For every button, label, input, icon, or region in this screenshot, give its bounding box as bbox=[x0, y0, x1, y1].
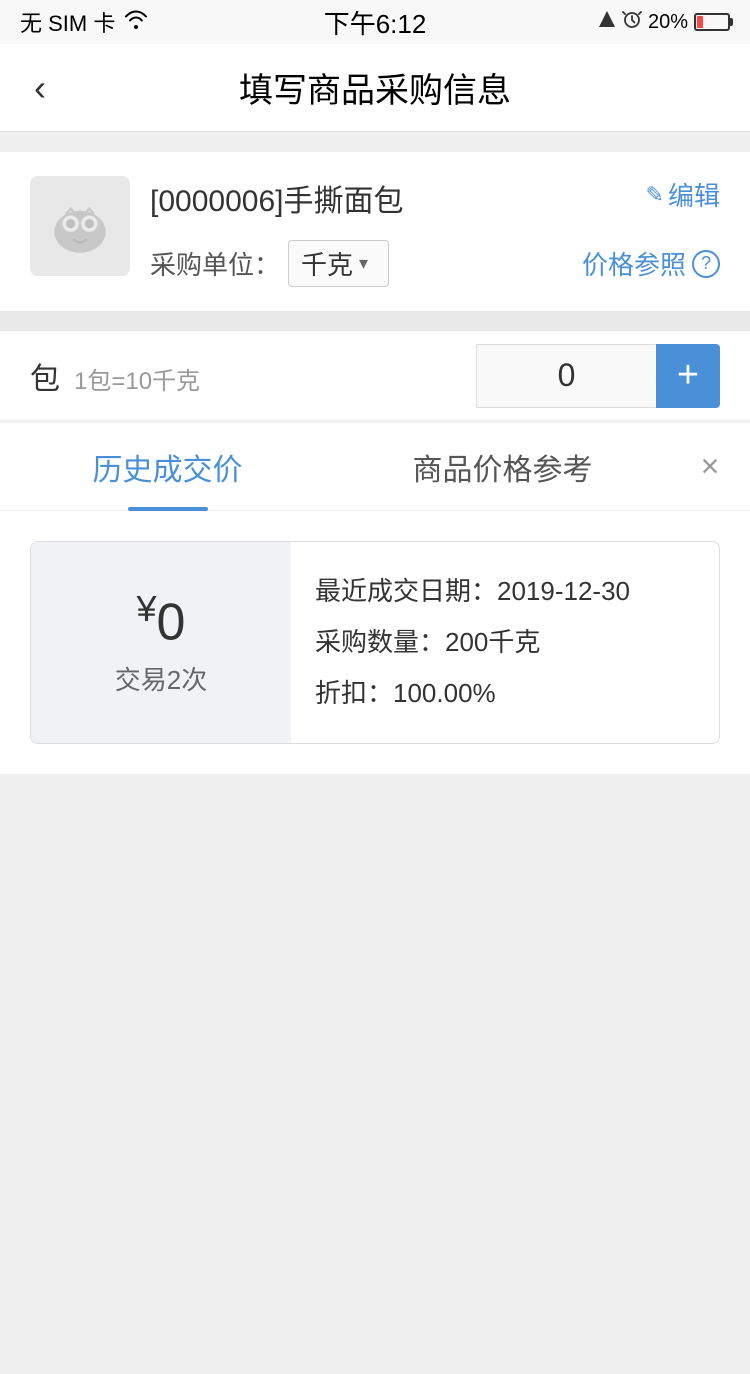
main-content bbox=[0, 774, 750, 1374]
recent-date-row: 最近成交日期：2019-12-30 bbox=[315, 572, 695, 611]
back-button[interactable]: ‹ bbox=[0, 44, 80, 132]
qty-value: 200千克 bbox=[445, 627, 540, 657]
carrier-text: 无 SIM 卡 bbox=[20, 6, 115, 38]
status-bar: 无 SIM 卡 下午6:12 20% bbox=[0, 0, 750, 44]
history-card-right: 最近成交日期：2019-12-30 采购数量：200千克 折扣：100.00% bbox=[291, 542, 719, 743]
qty-label: 采购数量： bbox=[315, 627, 445, 657]
product-header: [0000006]手撕面包 ✎ 编辑 bbox=[150, 176, 720, 220]
quantity-value: 0 bbox=[558, 357, 576, 394]
discount-value: 100.00% bbox=[393, 678, 496, 708]
history-price: ¥0 bbox=[137, 588, 186, 652]
status-right: 20% bbox=[598, 9, 730, 35]
edit-button[interactable]: ✎ 编辑 bbox=[646, 176, 720, 213]
help-icon: ? bbox=[692, 250, 720, 278]
tab-price-ref[interactable]: 商品价格参考 bbox=[335, 423, 670, 511]
history-card-left: ¥0 交易2次 bbox=[31, 542, 291, 743]
dropdown-arrow-icon: ▾ bbox=[359, 253, 368, 274]
history-card: ¥0 交易2次 最近成交日期：2019-12-30 采购数量：200千克 折扣：… bbox=[30, 541, 720, 744]
unit-value: 千克 bbox=[301, 245, 353, 282]
plus-icon: + bbox=[677, 354, 699, 397]
quantity-ratio: 1包=10千克 bbox=[74, 361, 200, 396]
back-arrow-icon: ‹ bbox=[34, 67, 46, 109]
product-unit-row: 采购单位： 千克 ▾ 价格参照 ? bbox=[150, 240, 720, 287]
tab-history-label: 历史成交价 bbox=[93, 445, 243, 489]
tab-active-indicator bbox=[128, 507, 208, 511]
alarm-icon bbox=[622, 9, 642, 35]
quantity-label-group: 包 1包=10千克 bbox=[30, 354, 200, 398]
quantity-plus-button[interactable]: + bbox=[656, 344, 720, 408]
price-ref-label: 价格参照 bbox=[582, 245, 686, 282]
section-divider bbox=[0, 311, 750, 331]
status-time: 下午6:12 bbox=[324, 4, 427, 41]
edit-icon: ✎ bbox=[646, 182, 664, 208]
nav-arrow-icon bbox=[598, 10, 616, 34]
tabs-section: 历史成交价 商品价格参考 × ¥0 交易2次 最近成交日期：2019-12-30 bbox=[0, 423, 750, 774]
quantity-input-group: 0 + bbox=[476, 344, 720, 408]
purchase-qty-row: 采购数量：200千克 bbox=[315, 623, 695, 662]
trade-count: 交易2次 bbox=[115, 660, 207, 697]
battery-percent: 20% bbox=[648, 11, 688, 34]
recent-date-label: 最近成交日期： bbox=[315, 576, 497, 606]
price-value: 0 bbox=[157, 593, 186, 651]
product-name: [0000006]手撕面包 bbox=[150, 176, 403, 220]
tabs-header: 历史成交价 商品价格参考 × bbox=[0, 423, 750, 511]
history-content: ¥0 交易2次 最近成交日期：2019-12-30 采购数量：200千克 折扣：… bbox=[0, 511, 750, 774]
quantity-input[interactable]: 0 bbox=[476, 344, 656, 408]
currency-symbol: ¥ bbox=[137, 588, 157, 629]
wifi-icon bbox=[123, 9, 149, 35]
battery-fill bbox=[697, 16, 703, 28]
tab-close-button[interactable]: × bbox=[670, 423, 750, 511]
unit-label: 采购单位： bbox=[150, 245, 280, 282]
unit-selector[interactable]: 千克 ▾ bbox=[288, 240, 389, 287]
edit-label: 编辑 bbox=[668, 176, 720, 213]
close-icon: × bbox=[701, 448, 720, 485]
discount-label: 折扣： bbox=[315, 678, 393, 708]
nav-bar: ‹ 填写商品采购信息 bbox=[0, 44, 750, 132]
quantity-row: 包 1包=10千克 0 + bbox=[0, 331, 750, 421]
tab-price-ref-label: 商品价格参考 bbox=[413, 445, 593, 489]
recent-date-value: 2019-12-30 bbox=[497, 576, 630, 606]
status-left: 无 SIM 卡 bbox=[20, 6, 149, 38]
tab-history-price[interactable]: 历史成交价 bbox=[0, 423, 335, 511]
product-card: [0000006]手撕面包 ✎ 编辑 采购单位： 千克 ▾ 价格参照 ? bbox=[0, 152, 750, 311]
price-ref-button[interactable]: 价格参照 ? bbox=[582, 245, 720, 282]
product-image bbox=[30, 176, 130, 276]
product-info: [0000006]手撕面包 ✎ 编辑 采购单位： 千克 ▾ 价格参照 ? bbox=[150, 176, 720, 287]
discount-row: 折扣：100.00% bbox=[315, 674, 695, 713]
quantity-unit: 包 bbox=[30, 354, 60, 398]
battery-icon bbox=[694, 13, 730, 31]
page-title: 填写商品采购信息 bbox=[239, 63, 511, 112]
